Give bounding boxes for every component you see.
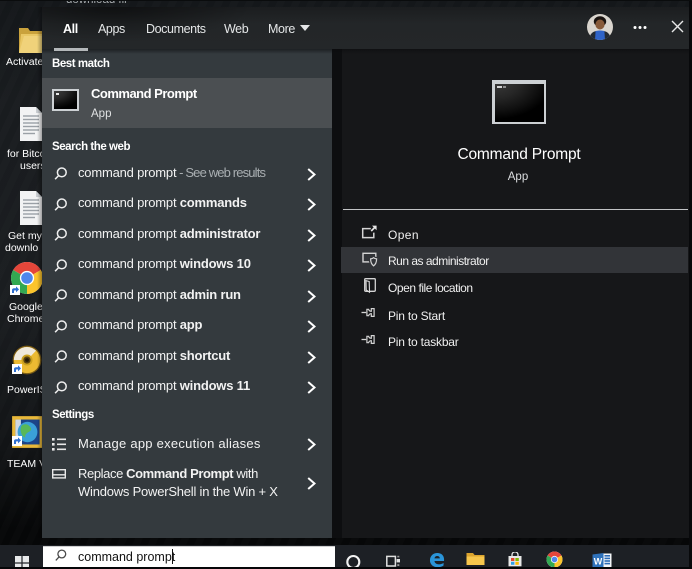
svg-text:W: W: [594, 557, 603, 567]
